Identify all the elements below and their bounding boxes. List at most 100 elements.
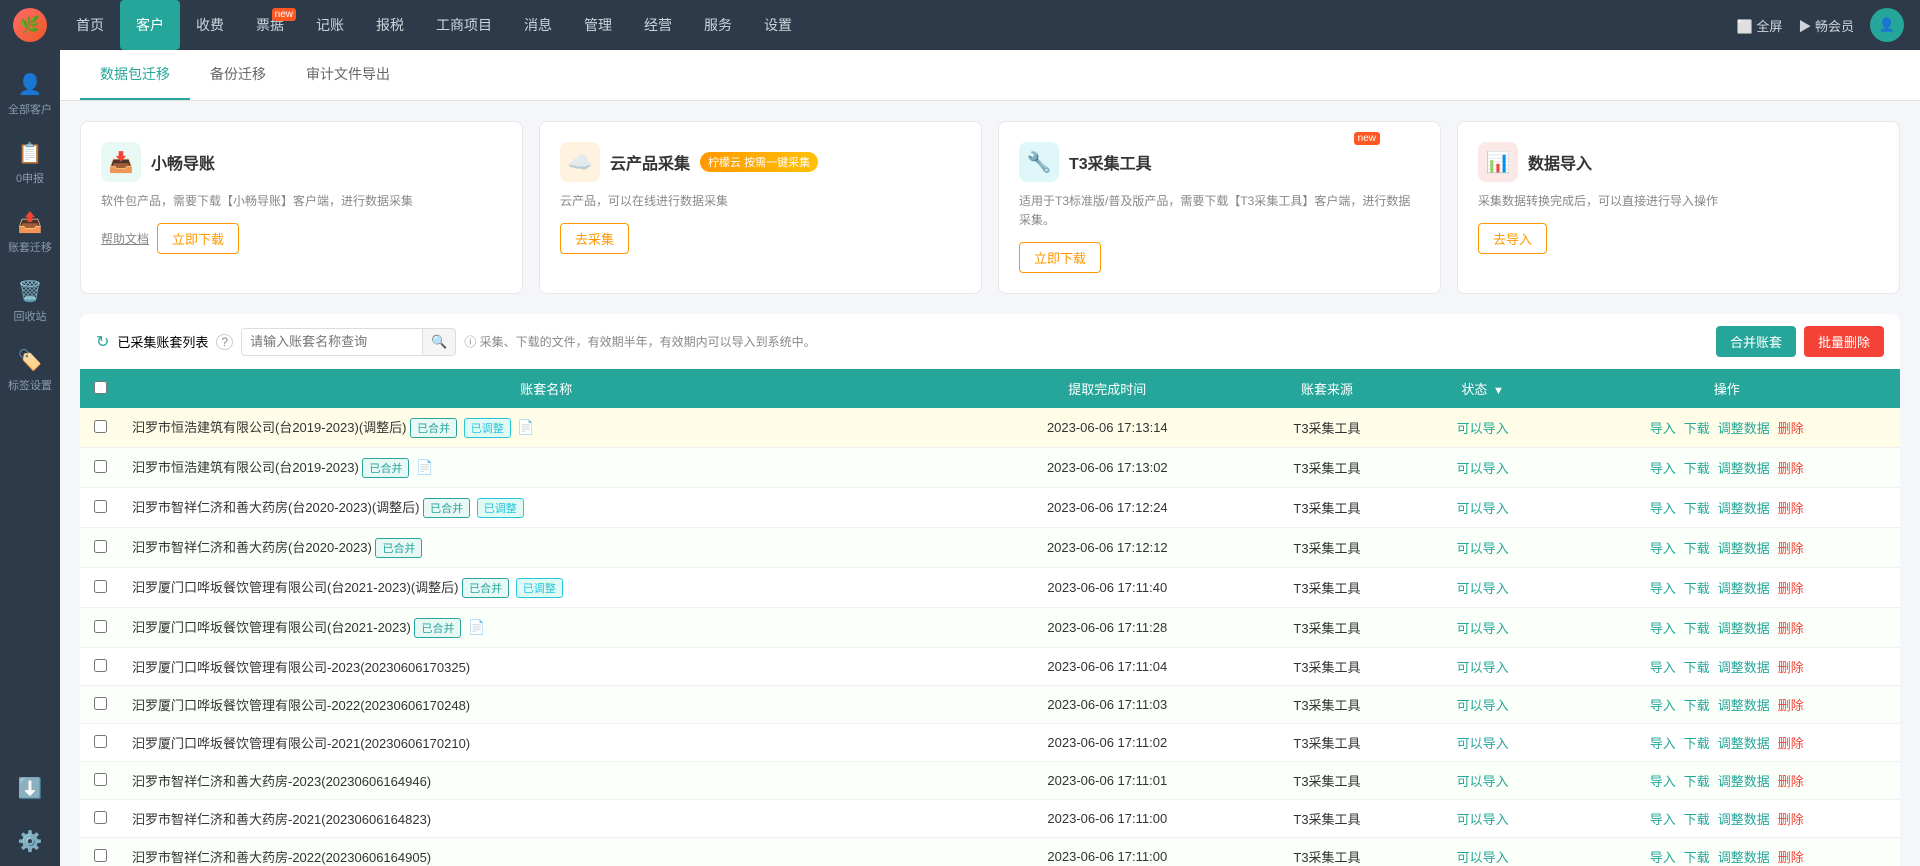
action-删除[interactable]: 删除	[1778, 501, 1804, 516]
action-导入[interactable]: 导入	[1650, 660, 1676, 675]
help-icon[interactable]: ?	[216, 334, 233, 350]
action-下载[interactable]: 下载	[1684, 850, 1710, 865]
action-删除[interactable]: 删除	[1778, 581, 1804, 596]
sidebar-item-recycle[interactable]: 🗑️ 回收站	[0, 267, 60, 336]
action-调整数据[interactable]: 调整数据	[1718, 461, 1770, 476]
row-file-icon[interactable]: 📄	[468, 619, 485, 635]
sidebar-item-account-migration[interactable]: 📤 账套迁移	[0, 198, 60, 267]
avatar[interactable]: 👤	[1870, 8, 1904, 42]
row-checkbox[interactable]	[94, 460, 107, 473]
action-删除[interactable]: 删除	[1778, 698, 1804, 713]
action-调整数据[interactable]: 调整数据	[1718, 660, 1770, 675]
action-下载[interactable]: 下载	[1684, 621, 1710, 636]
action-下载[interactable]: 下载	[1684, 541, 1710, 556]
nav-tax[interactable]: 报税	[360, 0, 420, 50]
select-all-checkbox[interactable]	[94, 381, 107, 394]
row-checkbox[interactable]	[94, 811, 107, 824]
action-下载[interactable]: 下载	[1684, 698, 1710, 713]
logo[interactable]: 🌿	[0, 0, 60, 50]
action-删除[interactable]: 删除	[1778, 660, 1804, 675]
action-删除[interactable]: 删除	[1778, 621, 1804, 636]
action-删除[interactable]: 删除	[1778, 812, 1804, 827]
fullscreen-btn[interactable]: ⬜ 全屏	[1737, 16, 1783, 35]
action-调整数据[interactable]: 调整数据	[1718, 541, 1770, 556]
refresh-icon[interactable]: ↻	[96, 332, 109, 352]
action-调整数据[interactable]: 调整数据	[1718, 501, 1770, 516]
action-导入[interactable]: 导入	[1650, 621, 1676, 636]
nav-ticket[interactable]: 票据 new	[240, 0, 300, 50]
action-删除[interactable]: 删除	[1778, 421, 1804, 436]
tab-data-migration[interactable]: 数据包迁移	[80, 50, 190, 100]
action-调整数据[interactable]: 调整数据	[1718, 736, 1770, 751]
action-下载[interactable]: 下载	[1684, 774, 1710, 789]
nav-fee[interactable]: 收费	[180, 0, 240, 50]
nav-customer[interactable]: 客户	[120, 0, 180, 50]
row-checkbox[interactable]	[94, 849, 107, 862]
action-下载[interactable]: 下载	[1684, 581, 1710, 596]
action-调整数据[interactable]: 调整数据	[1718, 774, 1770, 789]
action-导入[interactable]: 导入	[1650, 774, 1676, 789]
action-调整数据[interactable]: 调整数据	[1718, 421, 1770, 436]
row-checkbox[interactable]	[94, 697, 107, 710]
action-删除[interactable]: 删除	[1778, 774, 1804, 789]
action-导入[interactable]: 导入	[1650, 581, 1676, 596]
action-导入[interactable]: 导入	[1650, 421, 1676, 436]
nav-home[interactable]: 首页	[60, 0, 120, 50]
action-调整数据[interactable]: 调整数据	[1718, 850, 1770, 865]
help-doc-link[interactable]: 帮助文档	[101, 230, 149, 247]
row-checkbox[interactable]	[94, 420, 107, 433]
vip-btn[interactable]: ▶ 畅会员	[1798, 16, 1854, 35]
row-checkbox[interactable]	[94, 580, 107, 593]
row-checkbox[interactable]	[94, 500, 107, 513]
action-删除[interactable]: 删除	[1778, 736, 1804, 751]
action-导入[interactable]: 导入	[1650, 698, 1676, 713]
action-下载[interactable]: 下载	[1684, 660, 1710, 675]
action-导入[interactable]: 导入	[1650, 461, 1676, 476]
action-导入[interactable]: 导入	[1650, 501, 1676, 516]
nav-manage[interactable]: 管理	[568, 0, 628, 50]
download-now-btn[interactable]: 立即下载	[157, 223, 239, 254]
nav-settings[interactable]: 设置	[748, 0, 808, 50]
action-删除[interactable]: 删除	[1778, 541, 1804, 556]
row-file-icon[interactable]: 📄	[416, 459, 433, 475]
tab-backup-migration[interactable]: 备份迁移	[190, 50, 286, 100]
nav-bookkeeping[interactable]: 记账	[300, 0, 360, 50]
action-调整数据[interactable]: 调整数据	[1718, 581, 1770, 596]
nav-business[interactable]: 工商项目	[420, 0, 508, 50]
action-调整数据[interactable]: 调整数据	[1718, 698, 1770, 713]
action-导入[interactable]: 导入	[1650, 850, 1676, 865]
batch-delete-btn[interactable]: 批量删除	[1804, 326, 1884, 357]
row-checkbox[interactable]	[94, 773, 107, 786]
search-button[interactable]: 🔍	[422, 329, 455, 355]
action-下载[interactable]: 下载	[1684, 736, 1710, 751]
action-导入[interactable]: 导入	[1650, 736, 1676, 751]
go-import-btn[interactable]: 去导入	[1478, 223, 1547, 254]
action-下载[interactable]: 下载	[1684, 501, 1710, 516]
merge-account-btn[interactable]: 合并账套	[1716, 326, 1796, 357]
action-调整数据[interactable]: 调整数据	[1718, 621, 1770, 636]
action-下载[interactable]: 下载	[1684, 461, 1710, 476]
sidebar-item-zero-report[interactable]: 📋 0申报	[0, 129, 60, 198]
sidebar-config[interactable]: ⚙️	[18, 817, 43, 866]
action-下载[interactable]: 下载	[1684, 812, 1710, 827]
row-checkbox[interactable]	[94, 659, 107, 672]
action-删除[interactable]: 删除	[1778, 850, 1804, 865]
action-导入[interactable]: 导入	[1650, 812, 1676, 827]
row-checkbox[interactable]	[94, 620, 107, 633]
tab-audit-export[interactable]: 审计文件导出	[286, 50, 410, 100]
status-filter-icon[interactable]: ▼	[1493, 385, 1504, 397]
go-collect-btn[interactable]: 去采集	[560, 223, 629, 254]
row-checkbox[interactable]	[94, 540, 107, 553]
t3-download-btn[interactable]: 立即下载	[1019, 242, 1101, 273]
row-file-icon[interactable]: 📄	[517, 419, 534, 435]
row-checkbox[interactable]	[94, 735, 107, 748]
nav-message[interactable]: 消息	[508, 0, 568, 50]
action-下载[interactable]: 下载	[1684, 421, 1710, 436]
search-input[interactable]	[242, 329, 422, 354]
sidebar-item-tag-settings[interactable]: 🏷️ 标签设置	[0, 336, 60, 405]
nav-service[interactable]: 服务	[688, 0, 748, 50]
action-删除[interactable]: 删除	[1778, 461, 1804, 476]
sidebar-download[interactable]: ⬇️	[18, 764, 43, 813]
nav-operation[interactable]: 经营	[628, 0, 688, 50]
sidebar-item-all-clients[interactable]: 👤 全部客户	[0, 60, 60, 129]
